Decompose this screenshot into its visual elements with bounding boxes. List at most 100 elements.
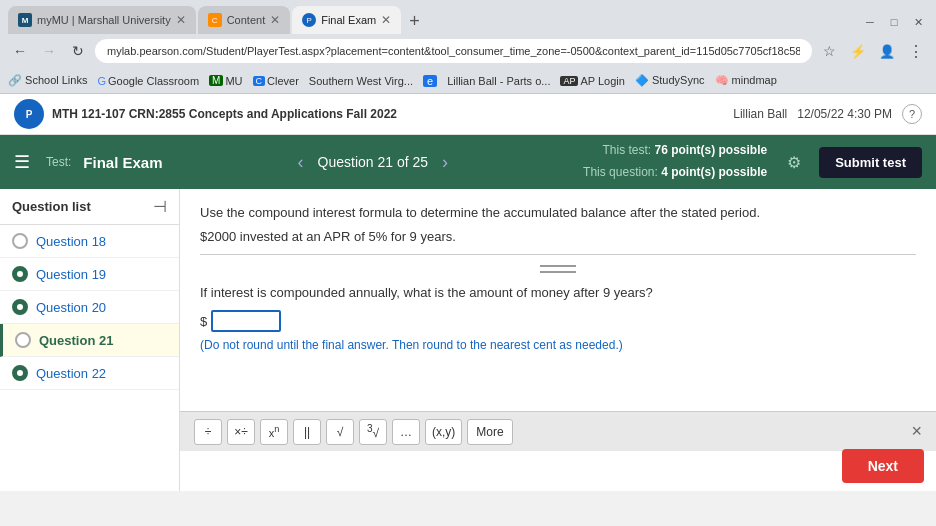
math-btn-exponent[interactable]: xn	[260, 419, 288, 445]
sidebar-title: Question list	[12, 199, 91, 214]
user-name: Lillian Ball	[733, 107, 787, 121]
math-btn-mixed[interactable]: ×÷	[227, 419, 255, 445]
tab-exam-favicon: P	[302, 13, 316, 27]
sidebar-header: Question list ⊣	[0, 189, 179, 225]
address-bar-row: ← → ↻ ☆ ⚡ 👤 ⋮	[0, 34, 936, 68]
sidebar-item-label-q22: Question 22	[36, 366, 106, 381]
settings-icon[interactable]: ⚙	[787, 153, 801, 172]
divider-1	[200, 254, 916, 255]
tab-mymU-label: myMU | Marshall University	[37, 14, 171, 26]
bookmark-mu[interactable]: M MU	[209, 75, 242, 87]
sidebar-item-label-q18: Question 18	[36, 234, 106, 249]
test-name: Final Exam	[83, 154, 162, 171]
sidebar-item-label-q20: Question 20	[36, 300, 106, 315]
math-btn-cbrt[interactable]: 3√	[359, 419, 387, 445]
tab-exam-label: Final Exam	[321, 14, 376, 26]
q20-circle	[12, 299, 28, 315]
drag-handle-bar[interactable]	[200, 265, 916, 273]
sidebar-item-q19[interactable]: Question 19	[0, 258, 179, 291]
sidebar-item-q22[interactable]: Question 22	[0, 357, 179, 390]
bookmark-ap[interactable]: AP AP Login	[560, 75, 624, 87]
bookmark-studysync[interactable]: 🔷 StudySync	[635, 74, 705, 87]
answer-row: $	[200, 310, 916, 332]
date-time: 12/05/22 4:30 PM	[797, 107, 892, 121]
bookmark-google-classroom[interactable]: G Google Classroom	[97, 75, 199, 87]
bookmark-school-links[interactable]: 🔗 School Links	[8, 74, 87, 87]
course-title: MTH 121-107 CRN:2855 Concepts and Applic…	[52, 107, 397, 121]
tab-content-close[interactable]: ✕	[270, 13, 280, 27]
question-navigation: ‹ Question 21 of 25 ›	[292, 150, 455, 175]
points-info: This test: 76 point(s) possible This que…	[583, 140, 767, 183]
math-btn-fraction[interactable]: ÷	[194, 419, 222, 445]
back-button[interactable]: ←	[8, 39, 32, 63]
this-question-label: This question:	[583, 165, 658, 179]
user-info: Lillian Ball 12/05/22 4:30 PM ?	[733, 104, 922, 124]
tab-mymU-close[interactable]: ✕	[176, 13, 186, 27]
tab-content-favicon: C	[208, 13, 222, 27]
reload-button[interactable]: ↻	[66, 39, 90, 63]
sidebar-item-label-q21: Question 21	[39, 333, 113, 348]
submit-test-button[interactable]: Submit test	[819, 147, 922, 178]
hamburger-menu[interactable]: ☰	[14, 151, 30, 173]
q19-circle	[12, 266, 28, 282]
sub-question-text: If interest is compounded annually, what…	[200, 283, 916, 303]
sidebar-item-label-q19: Question 19	[36, 267, 106, 282]
q18-circle	[12, 233, 28, 249]
currency-symbol: $	[200, 314, 207, 329]
sidebar: Question list ⊣ Question 18 Question 19 …	[0, 189, 180, 491]
math-btn-sqrt[interactable]: √	[326, 419, 354, 445]
next-question-button[interactable]: ›	[436, 150, 454, 175]
tab-exam[interactable]: P Final Exam ✕	[292, 6, 401, 34]
math-btn-more[interactable]: More	[467, 419, 512, 445]
answer-input[interactable]	[211, 310, 281, 332]
page-content: P MTH 121-107 CRN:2855 Concepts and Appl…	[0, 94, 936, 491]
profile-button[interactable]: 👤	[875, 39, 899, 63]
tab-bar: M myMU | Marshall University ✕ C Content…	[0, 0, 936, 34]
extensions-button[interactable]: ⚡	[846, 39, 870, 63]
tab-content[interactable]: C Content ✕	[198, 6, 291, 34]
pearson-logo: P	[14, 99, 44, 129]
bookmark-mindmap[interactable]: 🧠 mindmap	[715, 74, 777, 87]
q21-circle	[15, 332, 31, 348]
math-btn-ellipsis[interactable]: …	[392, 419, 420, 445]
question-detail: $2000 invested at an APR of 5% for 9 yea…	[200, 229, 916, 244]
address-input[interactable]	[95, 39, 812, 63]
forward-button[interactable]: →	[37, 39, 61, 63]
bookmark-southern[interactable]: Southern West Virg...	[309, 75, 413, 87]
tab-content-label: Content	[227, 14, 266, 26]
tab-mymU-favicon: M	[18, 13, 32, 27]
close-toolbar-button[interactable]: ×	[911, 421, 922, 442]
this-test-points: 76 point(s) possible	[655, 143, 768, 157]
question-instruction: Use the compound interest formula to det…	[200, 203, 916, 223]
question-counter: Question 21 of 25	[318, 154, 429, 170]
course-header: P MTH 121-107 CRN:2855 Concepts and Appl…	[0, 94, 936, 135]
new-tab-button[interactable]: +	[403, 11, 426, 32]
math-toolbar: ÷ ×÷ xn || √ 3√ … (x,y) More ×	[180, 411, 936, 451]
next-btn-container: Next	[842, 449, 924, 483]
bookmark-e[interactable]: e	[423, 75, 437, 87]
sidebar-item-q21[interactable]: Question 21	[0, 324, 179, 357]
this-question-points: 4 point(s) possible	[661, 165, 767, 179]
window-minimize[interactable]: ─	[860, 12, 880, 32]
test-nav-bar: ☰ Test: Final Exam ‹ Question 21 of 25 ›…	[0, 135, 936, 189]
more-options-button[interactable]: ⋮	[904, 39, 928, 63]
tab-mymU[interactable]: M myMU | Marshall University ✕	[8, 6, 196, 34]
browser-chrome: M myMU | Marshall University ✕ C Content…	[0, 0, 936, 94]
bookmark-lillian[interactable]: Lillian Ball - Parts o...	[447, 75, 550, 87]
hint-text: (Do not round until the final answer. Th…	[200, 338, 916, 352]
this-test-label: This test:	[602, 143, 651, 157]
sidebar-item-q18[interactable]: Question 18	[0, 225, 179, 258]
math-btn-abs[interactable]: ||	[293, 419, 321, 445]
math-btn-point[interactable]: (x,y)	[425, 419, 462, 445]
sidebar-item-q20[interactable]: Question 20	[0, 291, 179, 324]
tab-exam-close[interactable]: ✕	[381, 13, 391, 27]
q22-circle	[12, 365, 28, 381]
window-close[interactable]: ✕	[908, 12, 928, 32]
bookmark-clever[interactable]: C Clever	[253, 75, 299, 87]
collapse-sidebar-icon[interactable]: ⊣	[153, 197, 167, 216]
help-button[interactable]: ?	[902, 104, 922, 124]
bookmark-star[interactable]: ☆	[817, 39, 841, 63]
prev-question-button[interactable]: ‹	[292, 150, 310, 175]
next-button[interactable]: Next	[842, 449, 924, 483]
window-maximize[interactable]: □	[884, 12, 904, 32]
